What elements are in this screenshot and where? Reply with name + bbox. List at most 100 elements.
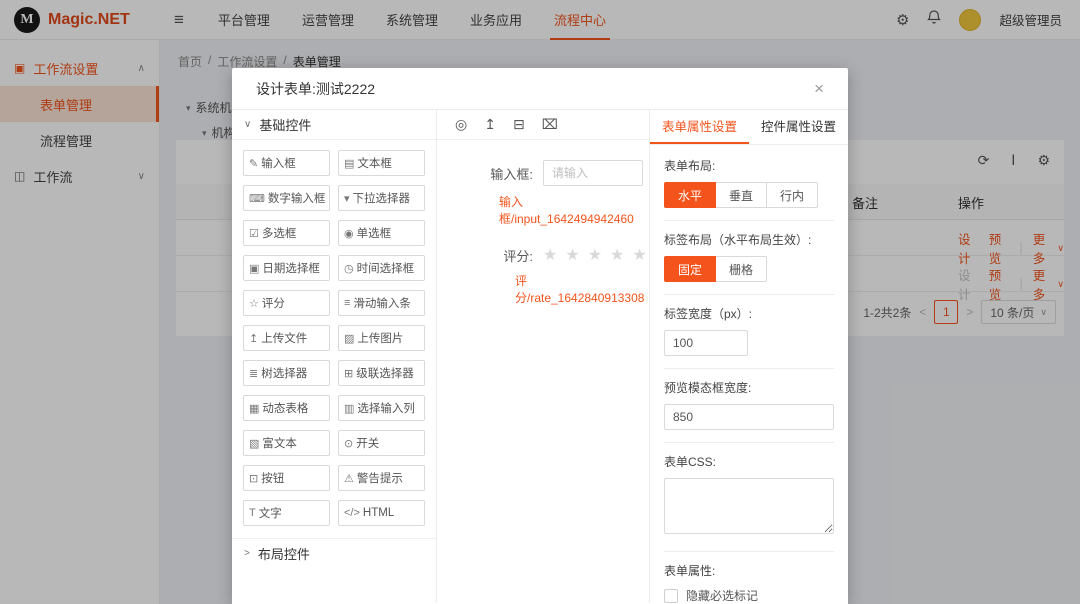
layout-horizontal-button[interactable]: 水平 (664, 182, 717, 208)
component-label: 开关 (356, 438, 380, 450)
component-select[interactable]: ▾ 下拉选择器 (338, 185, 425, 211)
table-icon: ▦ (249, 402, 260, 415)
tab-form-properties[interactable]: 表单属性设置 (650, 110, 749, 144)
component-date-picker[interactable]: ▣ 日期选择框 (243, 255, 330, 281)
component-button[interactable]: ⊡ 按钮 (243, 465, 330, 491)
canvas-input-field[interactable] (543, 160, 643, 186)
clear-icon[interactable]: ⌧ (542, 116, 558, 133)
component-label: 富文本 (262, 438, 297, 450)
group-label: 基础控件 (259, 118, 312, 133)
component-label: 上传图片 (357, 333, 404, 345)
label-width-input[interactable] (664, 330, 748, 356)
component-alert[interactable]: ⚠ 警告提示 (338, 465, 425, 491)
component-html[interactable]: </> HTML (338, 500, 425, 526)
form-css-textarea[interactable] (664, 478, 834, 534)
form-attr-group: 表单属性: 隐藏必选标记 (664, 562, 834, 603)
rating-stars[interactable]: ★ ★ ★ ★ ★ (543, 245, 647, 265)
star-icon[interactable]: ★ (543, 245, 557, 265)
component-dynamic-table[interactable]: ▦ 动态表格 (243, 395, 330, 421)
component-text[interactable]: T 文字 (243, 500, 330, 526)
warning-icon: ⚠ (344, 472, 354, 485)
modal-body: ∨ 基础控件 ✎ 输入框 ▤ 文本框 ⌨ 数字输入框 ▾ 下拉选择器 ☑ 多选框 ◉ 单选框… (232, 110, 848, 603)
component-label: 选择输入列 (357, 403, 415, 415)
component-label: 评分 (261, 298, 285, 310)
component-slider[interactable]: ≡ 滑动输入条 (338, 290, 425, 316)
component-upload-file[interactable]: ↥ 上传文件 (243, 325, 330, 351)
hide-required-mark-checkbox-row[interactable]: 隐藏必选标记 (664, 587, 834, 603)
component-time-picker[interactable]: ◷ 时间选择框 (338, 255, 425, 281)
modal-header: 设计表单:测试2222 × (232, 68, 848, 110)
star-icon[interactable]: ★ (565, 245, 579, 265)
component-label: 按钮 (261, 473, 285, 485)
chevron-right-icon: > (244, 548, 250, 559)
component-label: 输入框 (261, 158, 296, 170)
component-label: 级联选择器 (356, 368, 414, 380)
component-cascader[interactable]: ⊞ 级联选择器 (338, 360, 425, 386)
rich-text-icon: ▧ (249, 437, 260, 450)
preview-icon[interactable]: ◎ (455, 116, 467, 133)
close-icon[interactable]: × (814, 79, 824, 99)
canvas-field-rate[interactable]: 评分: ★ ★ ★ ★ ★ (437, 245, 649, 265)
field-id-label[interactable]: 评分/rate_1642840913308 (515, 272, 649, 306)
form-attr-label: 表单属性: (664, 564, 716, 578)
field-label: 评分: (503, 248, 533, 264)
canvas-field-input[interactable]: 输入框: (437, 160, 649, 186)
slider-icon: ≡ (344, 297, 351, 309)
tree-icon: ≣ (249, 367, 259, 380)
text-icon: T (249, 507, 256, 519)
star-icon[interactable]: ★ (588, 245, 602, 265)
import-icon[interactable]: ↥ (484, 116, 496, 133)
form-layout-label: 表单布局: (664, 159, 716, 173)
textarea-icon: ▤ (344, 157, 355, 170)
pencil-icon: ✎ (249, 157, 259, 170)
star-icon[interactable]: ★ (610, 245, 624, 265)
component-label: 滑动输入条 (353, 298, 411, 310)
layout-components-group-header[interactable]: > 布局控件 (232, 538, 436, 568)
form-layout-group: 表单布局: 水平 垂直 行内 (664, 157, 834, 221)
component-checkbox[interactable]: ☑ 多选框 (243, 220, 330, 246)
checkbox-icon[interactable] (664, 588, 678, 603)
component-label: 树选择器 (261, 368, 308, 380)
field-id-label[interactable]: 输入框/input_1642494942460 (499, 193, 649, 227)
component-input[interactable]: ✎ 输入框 (243, 150, 330, 176)
basic-components-group-header[interactable]: ∨ 基础控件 (232, 110, 436, 140)
component-textarea[interactable]: ▤ 文本框 (338, 150, 425, 176)
component-palette: ∨ 基础控件 ✎ 输入框 ▤ 文本框 ⌨ 数字输入框 ▾ 下拉选择器 ☑ 多选框 ◉ 单选框… (232, 110, 437, 603)
label-grid-button[interactable]: 栅格 (715, 256, 768, 282)
export-icon[interactable]: ⊟ (513, 116, 525, 133)
component-upload-image[interactable]: ▨ 上传图片 (338, 325, 425, 351)
cascade-icon: ⊞ (344, 367, 354, 380)
component-switch[interactable]: ⊙ 开关 (338, 430, 425, 456)
upload-icon: ↥ (249, 332, 259, 345)
component-select-input-column[interactable]: ▥ 选择输入列 (338, 395, 425, 421)
layout-vertical-button[interactable]: 垂直 (715, 182, 768, 208)
settings-tabs: 表单属性设置 控件属性设置 (650, 110, 848, 145)
tab-control-properties[interactable]: 控件属性设置 (749, 110, 848, 144)
button-icon: ⊡ (249, 472, 259, 485)
calendar-icon: ▣ (249, 262, 260, 275)
component-tree-select[interactable]: ≣ 树选择器 (243, 360, 330, 386)
layout-inline-button[interactable]: 行内 (766, 182, 819, 208)
preview-width-label: 预览模态框宽度: (664, 381, 752, 395)
form-designer-modal: 设计表单:测试2222 × ∨ 基础控件 ✎ 输入框 ▤ 文本框 ⌨ 数字输入框 ▾ 下… (232, 68, 848, 604)
chevron-down-icon: ∨ (244, 119, 252, 130)
component-number-input[interactable]: ⌨ 数字输入框 (243, 185, 330, 211)
component-label: 下拉选择器 (352, 193, 411, 205)
columns-icon: ▥ (344, 402, 355, 415)
label-layout-label: 标签布局（水平布局生效）: (664, 233, 812, 247)
preview-modal-width-input[interactable] (664, 404, 834, 430)
component-label: 文本框 (357, 158, 392, 170)
component-grid: ✎ 输入框 ▤ 文本框 ⌨ 数字输入框 ▾ 下拉选择器 ☑ 多选框 ◉ 单选框 ▣ 日期选择框… (232, 140, 436, 538)
component-label: 上传文件 (261, 333, 308, 345)
label-fixed-button[interactable]: 固定 (664, 256, 717, 282)
field-label: 输入框: (490, 166, 533, 182)
component-label: 单选框 (356, 228, 392, 240)
component-rate[interactable]: ☆ 评分 (243, 290, 330, 316)
component-rich-text[interactable]: ▧ 富文本 (243, 430, 330, 456)
checkbox-label: 隐藏必选标记 (686, 589, 759, 603)
group-label: 布局控件 (257, 547, 310, 562)
canvas-form: 输入框: 输入框/input_1642494942460 评分: ★ ★ ★ ★… (437, 140, 649, 306)
component-radio[interactable]: ◉ 单选框 (338, 220, 425, 246)
component-label: 警告提示 (356, 473, 403, 485)
star-icon[interactable]: ★ (632, 245, 646, 265)
